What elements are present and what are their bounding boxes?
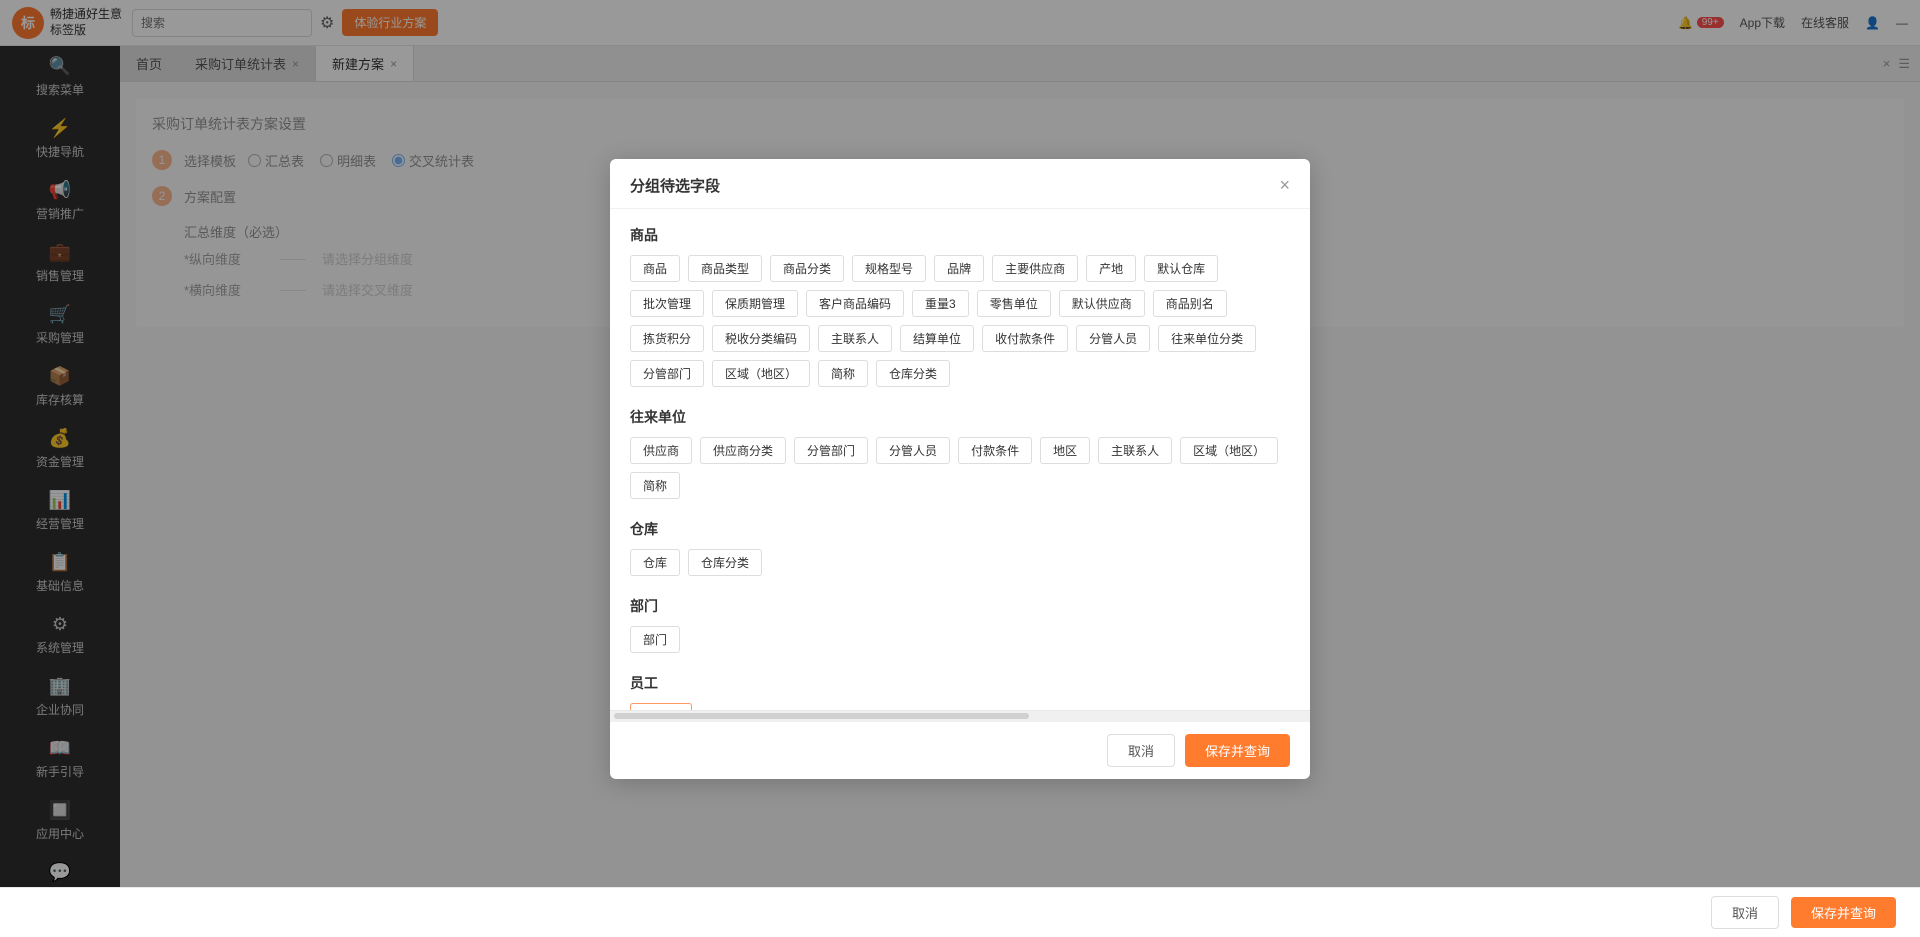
dialog-header: 分组待选字段 × <box>610 159 1310 209</box>
field-select-dialog: 分组待选字段 × 商品 商品 商品类型 商品分类 规格型号 品牌 主要供应商 产… <box>610 159 1310 779</box>
goods-tags: 商品 商品类型 商品分类 规格型号 品牌 主要供应商 产地 默认仓库 批次管理 … <box>630 255 1290 387</box>
field-tag-goods-23[interactable]: 区域（地区） <box>712 360 810 387</box>
field-tag-goods-12[interactable]: 零售单位 <box>977 290 1051 317</box>
dialog-body[interactable]: 商品 商品 商品类型 商品分类 规格型号 品牌 主要供应商 产地 默认仓库 批次… <box>610 209 1310 710</box>
field-tag-partner-5[interactable]: 地区 <box>1040 437 1090 464</box>
field-tag-goods-16[interactable]: 税收分类编码 <box>712 325 810 352</box>
field-tag-partner-2[interactable]: 分管部门 <box>794 437 868 464</box>
field-tag-dept-0[interactable]: 部门 <box>630 626 680 653</box>
hscrollbar-thumb[interactable] <box>614 713 1029 719</box>
field-tag-goods-21[interactable]: 往来单位分类 <box>1158 325 1256 352</box>
field-tag-goods-15[interactable]: 拣货积分 <box>630 325 704 352</box>
field-tag-goods-18[interactable]: 结算单位 <box>900 325 974 352</box>
field-tag-goods-0[interactable]: 商品 <box>630 255 680 282</box>
field-tag-goods-11[interactable]: 重量3 <box>912 290 969 317</box>
field-tag-goods-25[interactable]: 仓库分类 <box>876 360 950 387</box>
section-goods-title: 商品 <box>630 225 1290 245</box>
field-tag-partner-7[interactable]: 区域（地区） <box>1180 437 1278 464</box>
field-tag-goods-5[interactable]: 主要供应商 <box>992 255 1078 282</box>
field-tag-goods-24[interactable]: 简称 <box>818 360 868 387</box>
field-tag-goods-1[interactable]: 商品类型 <box>688 255 762 282</box>
emp-tags: 业务员 <box>630 703 1290 710</box>
bottom-bar: 取消 保存并查询 <box>0 887 1920 937</box>
field-tag-goods-17[interactable]: 主联系人 <box>818 325 892 352</box>
field-tag-goods-13[interactable]: 默认供应商 <box>1059 290 1145 317</box>
section-partner: 往来单位 供应商 供应商分类 分管部门 分管人员 付款条件 地区 主联系人 区域… <box>630 407 1290 499</box>
field-tag-goods-10[interactable]: 客户商品编码 <box>806 290 904 317</box>
field-tag-warehouse-1[interactable]: 仓库分类 <box>688 549 762 576</box>
dialog-cancel-button[interactable]: 取消 <box>1107 734 1175 767</box>
section-warehouse: 仓库 仓库 仓库分类 <box>630 519 1290 576</box>
field-tag-goods-14[interactable]: 商品别名 <box>1153 290 1227 317</box>
section-department: 部门 部门 <box>630 596 1290 653</box>
field-tag-goods-4[interactable]: 品牌 <box>934 255 984 282</box>
field-tag-goods-9[interactable]: 保质期管理 <box>712 290 798 317</box>
field-tag-goods-19[interactable]: 收付款条件 <box>982 325 1068 352</box>
field-tag-partner-3[interactable]: 分管人员 <box>876 437 950 464</box>
section-emp-title: 员工 <box>630 673 1290 693</box>
bottom-save-button[interactable]: 保存并查询 <box>1791 897 1896 928</box>
field-tag-partner-4[interactable]: 付款条件 <box>958 437 1032 464</box>
field-tag-goods-20[interactable]: 分管人员 <box>1076 325 1150 352</box>
field-tag-goods-2[interactable]: 商品分类 <box>770 255 844 282</box>
field-tag-emp-0[interactable]: 业务员 <box>630 703 692 710</box>
dialog-hscrollbar[interactable] <box>610 710 1310 721</box>
bottom-cancel-button[interactable]: 取消 <box>1711 896 1779 929</box>
section-dept-title: 部门 <box>630 596 1290 616</box>
field-tag-goods-7[interactable]: 默认仓库 <box>1144 255 1218 282</box>
dept-tags: 部门 <box>630 626 1290 653</box>
field-tag-warehouse-0[interactable]: 仓库 <box>630 549 680 576</box>
dialog-title: 分组待选字段 <box>630 175 720 196</box>
dialog-confirm-button[interactable]: 保存并查询 <box>1185 734 1290 767</box>
section-warehouse-title: 仓库 <box>630 519 1290 539</box>
dialog-footer: 取消 保存并查询 <box>610 721 1310 779</box>
section-partner-title: 往来单位 <box>630 407 1290 427</box>
field-tag-partner-8[interactable]: 简称 <box>630 472 680 499</box>
dialog-close-button[interactable]: × <box>1279 175 1290 196</box>
partner-tags: 供应商 供应商分类 分管部门 分管人员 付款条件 地区 主联系人 区域（地区） … <box>630 437 1290 499</box>
warehouse-tags: 仓库 仓库分类 <box>630 549 1290 576</box>
field-tag-goods-22[interactable]: 分管部门 <box>630 360 704 387</box>
field-tag-goods-8[interactable]: 批次管理 <box>630 290 704 317</box>
field-tag-goods-3[interactable]: 规格型号 <box>852 255 926 282</box>
field-tag-partner-6[interactable]: 主联系人 <box>1098 437 1172 464</box>
section-employee: 员工 业务员 <box>630 673 1290 710</box>
field-tag-partner-1[interactable]: 供应商分类 <box>700 437 786 464</box>
section-goods: 商品 商品 商品类型 商品分类 规格型号 品牌 主要供应商 产地 默认仓库 批次… <box>630 225 1290 387</box>
field-tag-goods-6[interactable]: 产地 <box>1086 255 1136 282</box>
modal-overlay: 分组待选字段 × 商品 商品 商品类型 商品分类 规格型号 品牌 主要供应商 产… <box>0 0 1920 937</box>
field-tag-partner-0[interactable]: 供应商 <box>630 437 692 464</box>
